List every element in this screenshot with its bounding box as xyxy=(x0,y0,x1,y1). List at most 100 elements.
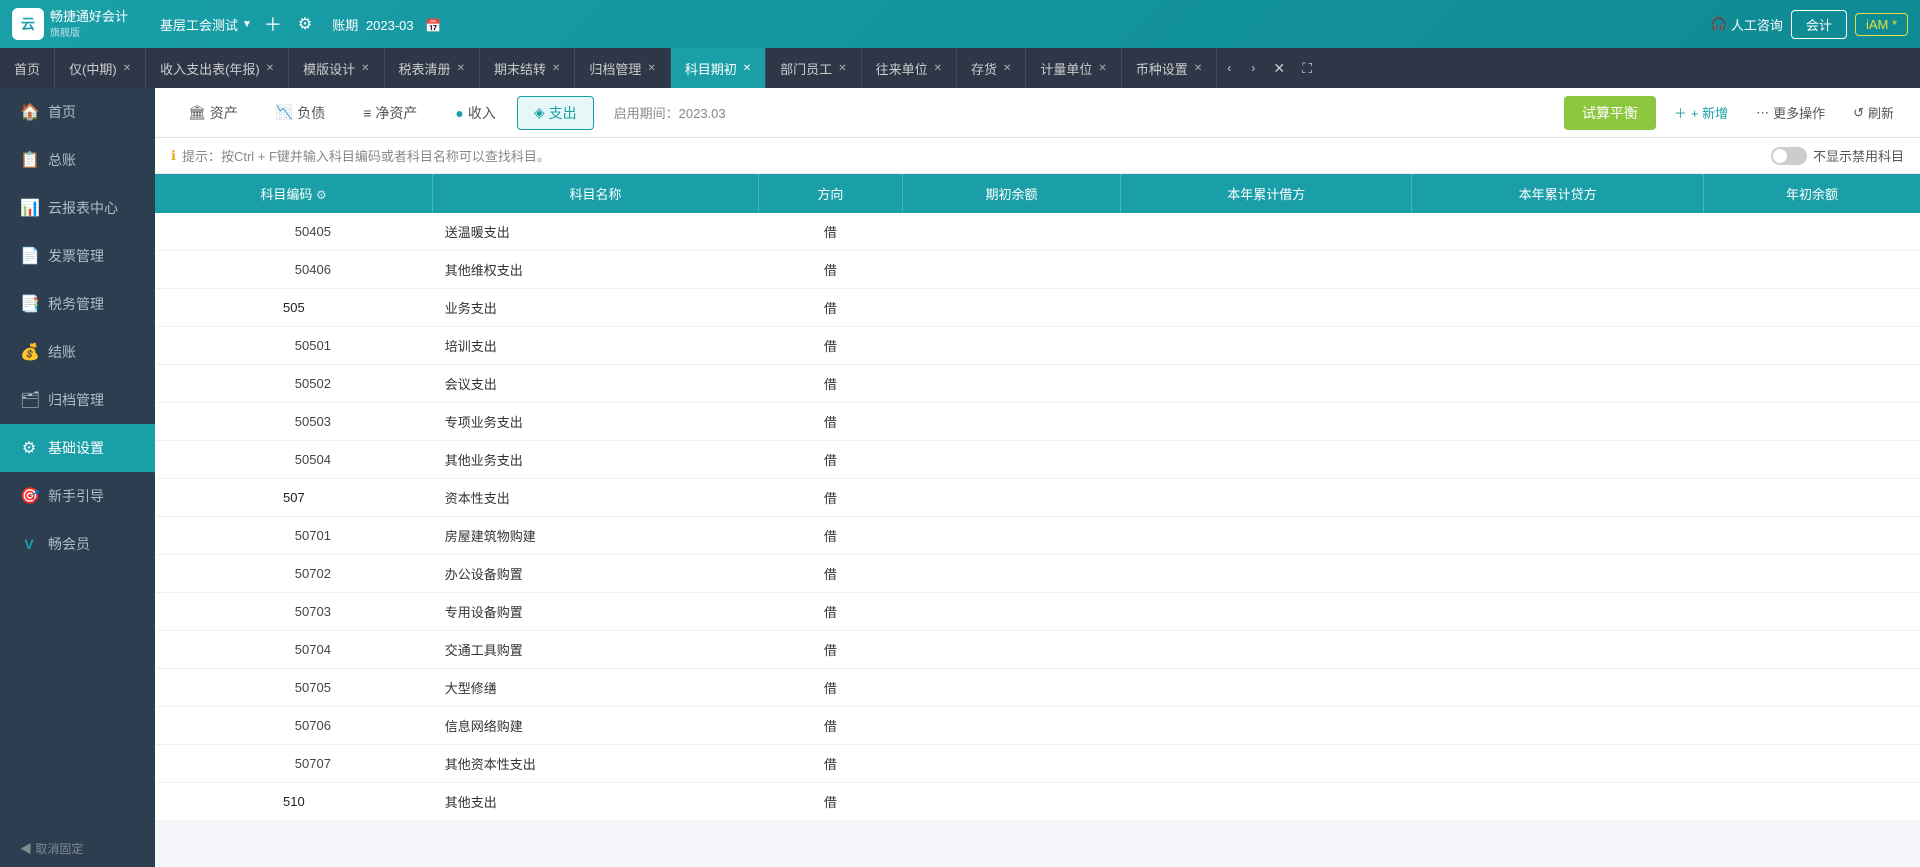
cell-direction: 借 xyxy=(758,289,902,327)
sub-tab-assets[interactable]: 🏛 资产 xyxy=(171,96,255,130)
table-row[interactable]: 50706信息网络购建借 xyxy=(155,707,1920,745)
close-icon[interactable]: ✕ xyxy=(1098,63,1106,74)
sidebar-unpin-button[interactable]: ◀ 取消固定 xyxy=(0,830,155,867)
table-row[interactable]: 50501培训支出借 xyxy=(155,327,1920,365)
cell-code: 50704 xyxy=(155,631,433,669)
add-company-button[interactable]: ＋ xyxy=(260,11,286,37)
tab-subject-init[interactable]: 科目期初 ✕ xyxy=(671,48,766,88)
sub-tab-equity[interactable]: ≡ 净资产 xyxy=(346,96,434,130)
gear-icon[interactable]: ⚙ xyxy=(316,188,327,202)
tab-period[interactable]: 仅(中期) ✕ xyxy=(55,48,146,88)
tab-customers[interactable]: 往来单位 ✕ xyxy=(862,48,957,88)
sidebar-item-archive[interactable]: 🗂 归档管理 xyxy=(0,376,155,424)
cell-direction: 借 xyxy=(758,327,902,365)
table-row[interactable]: 50707其他资本性支出借 xyxy=(155,745,1920,783)
tab-label: 收入支出表(年报) xyxy=(160,59,260,78)
tab-next-button[interactable]: › xyxy=(1241,48,1265,88)
close-icon[interactable]: ✕ xyxy=(838,63,846,74)
sidebar-item-member[interactable]: V 畅会员 xyxy=(0,520,155,568)
tab-annual[interactable]: 收入支出表(年报) ✕ xyxy=(146,48,289,88)
refresh-button[interactable]: ↺ 刷新 xyxy=(1843,97,1904,128)
tab-currency[interactable]: 币种设置 ✕ xyxy=(1122,48,1217,88)
account-button[interactable]: 会计 xyxy=(1791,10,1847,39)
table-row[interactable]: 50503专项业务支出借 xyxy=(155,403,1920,441)
cell-name: 房屋建筑物购建 xyxy=(433,517,758,555)
table-row[interactable]: 50704交通工具购置借 xyxy=(155,631,1920,669)
sidebar-item-reports[interactable]: 📊 云报表中心 xyxy=(0,184,155,232)
company-selector[interactable]: 基层工会测试 ▼ xyxy=(160,15,252,34)
table-row[interactable]: 50406其他维权支出借 xyxy=(155,251,1920,289)
toggle-input[interactable] xyxy=(1771,147,1807,165)
sub-tab-label: 负债 xyxy=(297,103,325,123)
tab-dept[interactable]: 部门员工 ✕ xyxy=(766,48,861,88)
table-row[interactable]: 50504其他业务支出借 xyxy=(155,441,1920,479)
table-row[interactable]: 50502会议支出借 xyxy=(155,365,1920,403)
cell-ytd-debit xyxy=(1120,517,1411,555)
tab-home[interactable]: 首页 xyxy=(0,48,55,88)
home-icon: 🏠 xyxy=(20,102,38,122)
help-button[interactable]: 🎧 人工咨询 xyxy=(1711,15,1783,34)
close-icon[interactable]: ✕ xyxy=(743,63,751,74)
toggle-disabled-switch[interactable]: 不显示禁用科目 xyxy=(1771,146,1904,165)
col-code: 科目编码 ⚙ xyxy=(155,174,433,213)
close-icon[interactable]: ✕ xyxy=(361,63,369,74)
tab-period-end[interactable]: 期末结转 ✕ xyxy=(480,48,575,88)
tab-inventory[interactable]: 存货 ✕ xyxy=(957,48,1026,88)
table-container[interactable]: 科目编码 ⚙ 科目名称 方向 期初余额 本年累计借方 本年累计贷方 年初余额 5… xyxy=(155,174,1920,867)
sidebar-item-guide[interactable]: 🎯 新手引导 xyxy=(0,472,155,520)
table-row[interactable]: 50405送温暖支出借 xyxy=(155,213,1920,251)
calendar-icon[interactable]: 📅 xyxy=(425,18,441,33)
sidebar-item-tax[interactable]: 📑 税务管理 xyxy=(0,280,155,328)
cell-ytd-debit xyxy=(1120,213,1411,251)
sub-tab-label: 净资产 xyxy=(375,103,417,123)
balance-button[interactable]: 试算平衡 xyxy=(1564,96,1656,130)
cell-year-opening xyxy=(1703,213,1920,251)
table-row[interactable]: 50705大型修缮借 xyxy=(155,669,1920,707)
close-icon[interactable]: ✕ xyxy=(1003,63,1011,74)
tab-expand-button[interactable]: ⛶ xyxy=(1293,48,1321,88)
top-header: 云 畅捷通好会计 旗舰版 基层工会测试 ▼ ＋ ⚙ 账期 2023-03 📅 🎧… xyxy=(0,0,1920,48)
close-icon[interactable]: ✕ xyxy=(552,63,560,74)
cell-code: 50501 xyxy=(155,327,433,365)
close-icon[interactable]: ✕ xyxy=(647,63,655,74)
table-row[interactable]: 510其他支出借 xyxy=(155,783,1920,821)
close-icon[interactable]: ✕ xyxy=(123,63,131,74)
sub-tab-expense[interactable]: ◈ 支出 xyxy=(517,96,594,130)
table-row[interactable]: 505业务支出借 xyxy=(155,289,1920,327)
cell-name: 送温暖支出 xyxy=(433,213,758,251)
sub-tab-income[interactable]: ● 收入 xyxy=(438,96,512,130)
table-row[interactable]: 50703专用设备购置借 xyxy=(155,593,1920,631)
sidebar-item-closing[interactable]: 💰 结账 xyxy=(0,328,155,376)
tab-close-all-button[interactable]: ✕ xyxy=(1265,48,1293,88)
settings-icon[interactable]: ⚙ xyxy=(294,14,316,34)
tab-prev-button[interactable]: ‹ xyxy=(1217,48,1241,88)
close-icon[interactable]: ✕ xyxy=(934,63,942,74)
cell-ytd-credit xyxy=(1412,593,1703,631)
sidebar-item-invoice[interactable]: 📄 发票管理 xyxy=(0,232,155,280)
sub-tab-liabilities[interactable]: 📉 负债 xyxy=(259,96,342,130)
cell-direction: 借 xyxy=(758,745,902,783)
cell-year-opening xyxy=(1703,783,1920,821)
cell-ytd-debit xyxy=(1120,403,1411,441)
sidebar-item-ledger[interactable]: 📋 总账 xyxy=(0,136,155,184)
income-icon: ● xyxy=(455,105,463,121)
tab-tax[interactable]: 税表清册 ✕ xyxy=(385,48,480,88)
close-icon[interactable]: ✕ xyxy=(457,63,465,74)
cell-opening xyxy=(903,745,1121,783)
cell-opening xyxy=(903,669,1121,707)
close-icon[interactable]: ✕ xyxy=(1194,63,1202,74)
cell-year-opening xyxy=(1703,365,1920,403)
add-button[interactable]: ＋ + 新增 xyxy=(1664,97,1738,128)
sidebar-item-settings[interactable]: ⚙ 基础设置 xyxy=(0,424,155,472)
table-row[interactable]: 507资本性支出借 xyxy=(155,479,1920,517)
iam-badge[interactable]: iAM * xyxy=(1855,13,1908,36)
tab-archive[interactable]: 归档管理 ✕ xyxy=(575,48,670,88)
cell-code: 50405 xyxy=(155,213,433,251)
table-row[interactable]: 50701房屋建筑物购建借 xyxy=(155,517,1920,555)
table-row[interactable]: 50702办公设备购置借 xyxy=(155,555,1920,593)
close-icon[interactable]: ✕ xyxy=(266,63,274,74)
tab-template[interactable]: 模版设计 ✕ xyxy=(289,48,384,88)
more-button[interactable]: ⋯ 更多操作 xyxy=(1746,97,1835,128)
sidebar-item-home[interactable]: 🏠 首页 xyxy=(0,88,155,136)
tab-unit[interactable]: 计量单位 ✕ xyxy=(1026,48,1121,88)
